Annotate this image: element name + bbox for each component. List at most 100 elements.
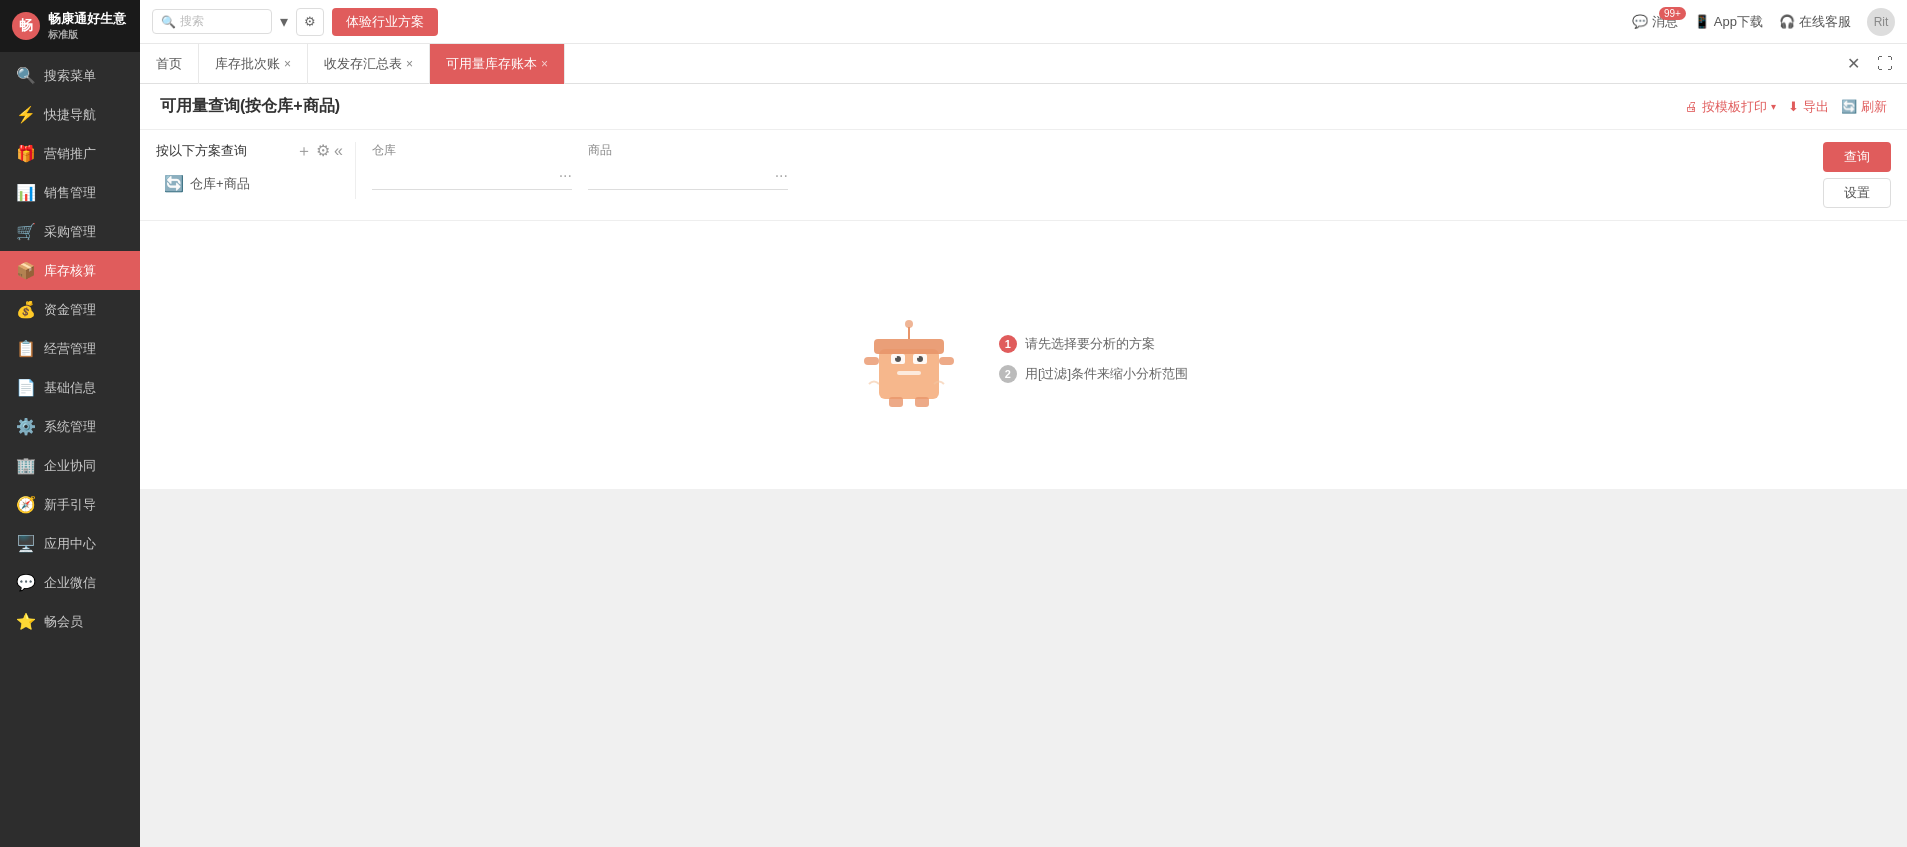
tab-batch-account-close[interactable]: ×: [284, 57, 291, 71]
tip-text-1: 请先选择要分析的方案: [1025, 335, 1155, 353]
tab-receive-summary[interactable]: 收发存汇总表 ×: [308, 44, 430, 84]
sidebar-header-text: 畅康通好生意 标准版: [48, 10, 126, 42]
tip-num-1: 1: [999, 335, 1017, 353]
filter-scheme-panel: 按以下方案查询 ＋ ⚙ « 🔄 仓库+商品: [156, 142, 356, 199]
sidebar-label-purchase: 采购管理: [44, 223, 96, 241]
sidebar-item-search[interactable]: 🔍 搜索菜单: [0, 56, 140, 95]
sidebar-item-enterprise[interactable]: 🏢 企业协同: [0, 446, 140, 485]
tab-available-ledger[interactable]: 可用量库存账本 ×: [430, 44, 565, 84]
app-logo: 畅: [12, 12, 40, 40]
tip-item-1: 1 请先选择要分析的方案: [999, 335, 1188, 353]
tab-home-label: 首页: [156, 55, 182, 73]
topbar-right: 💬 消息 99+ 📱 App下载 🎧 在线客服 Rit: [1632, 8, 1895, 36]
msg-btn[interactable]: 💬 消息 99+: [1632, 13, 1678, 31]
add-scheme-btn[interactable]: ＋: [296, 143, 312, 159]
filter-scheme-header: 按以下方案查询 ＋ ⚙ «: [156, 142, 343, 160]
sidebar-icon-search: 🔍: [16, 66, 36, 85]
topbar-gear-btn[interactable]: ⚙: [296, 8, 324, 36]
svg-rect-9: [864, 357, 879, 365]
sidebar: 畅 畅康通好生意 标准版 🔍 搜索菜单 ⚡ 快捷导航 🎁 营销推广 📊 销售管理…: [0, 0, 140, 847]
empty-state-content: 1 请先选择要分析的方案 2 用[过滤]条件来缩小分析范围: [859, 309, 1188, 409]
tab-expand-btn[interactable]: ⛶: [1871, 50, 1899, 78]
msg-badge: 99+: [1659, 7, 1686, 20]
sidebar-item-purchase[interactable]: 🛒 采购管理: [0, 212, 140, 251]
sidebar-item-sales[interactable]: 📊 销售管理: [0, 173, 140, 212]
print-btn[interactable]: 🖨 按模板打印 ▾: [1685, 98, 1776, 116]
sidebar-item-marketing-promo[interactable]: 🎁 营销推广: [0, 134, 140, 173]
warehouse-input[interactable]: [372, 169, 559, 184]
topbar-dropdown-btn[interactable]: ▾: [280, 12, 288, 31]
service-btn[interactable]: 🎧 在线客服: [1779, 13, 1851, 31]
robot-svg: [859, 309, 959, 409]
topbar-search[interactable]: 🔍 搜索: [152, 9, 272, 34]
query-btn[interactable]: 查询: [1823, 142, 1891, 172]
warehouse-label: 仓库: [372, 142, 572, 159]
page-content: 可用量查询(按仓库+商品) 🖨 按模板打印 ▾ ⬇ 导出 🔄 刷新: [140, 84, 1907, 847]
tab-available-ledger-close[interactable]: ×: [541, 57, 548, 71]
tabs-actions: ✕ ⛶: [1839, 50, 1907, 78]
sidebar-icon-app-center: 🖥️: [16, 534, 36, 553]
tab-close-btn[interactable]: ✕: [1839, 50, 1867, 78]
warehouse-dots-btn[interactable]: ···: [559, 167, 572, 185]
main-area: 🔍 搜索 ▾ ⚙ 体验行业方案 💬 消息 99+ 📱 App下载 🎧 在线客服 …: [140, 0, 1907, 847]
filter-conditions: 仓库 ··· 商品 ···: [356, 142, 1807, 190]
product-input-row: ···: [588, 163, 788, 190]
sidebar-item-finance[interactable]: 💰 资金管理: [0, 290, 140, 329]
sidebar-item-member[interactable]: ⭐ 畅会员: [0, 602, 140, 641]
page-header: 可用量查询(按仓库+商品) 🖨 按模板打印 ▾ ⬇ 导出 🔄 刷新: [140, 84, 1907, 130]
sidebar-icon-sales: 📊: [16, 183, 36, 202]
settings-btn[interactable]: 设置: [1823, 178, 1891, 208]
user-avatar[interactable]: Rit: [1867, 8, 1895, 36]
print-label: 按模板打印: [1702, 98, 1767, 116]
sidebar-item-operations[interactable]: 📋 经营管理: [0, 329, 140, 368]
svg-point-14: [905, 320, 913, 328]
sidebar-icon-purchase: 🛒: [16, 222, 36, 241]
scheme-warehouse-product[interactable]: 🔄 仓库+商品: [156, 168, 343, 199]
sidebar-item-shortcut[interactable]: ⚡ 快捷导航: [0, 95, 140, 134]
tip-item-2: 2 用[过滤]条件来缩小分析范围: [999, 365, 1188, 383]
tab-home[interactable]: 首页: [140, 44, 199, 84]
product-label: 商品: [588, 142, 788, 159]
sidebar-item-app-center[interactable]: 🖥️ 应用中心: [0, 524, 140, 563]
headset-icon: 🎧: [1779, 14, 1795, 29]
sidebar-label-basic-info: 基础信息: [44, 379, 96, 397]
search-placeholder: 搜索: [180, 13, 204, 30]
chevron-down-icon: ▾: [1771, 101, 1776, 112]
collapse-scheme-btn[interactable]: «: [334, 143, 343, 159]
username: Rit: [1874, 15, 1889, 29]
sidebar-icon-operations: 📋: [16, 339, 36, 358]
sidebar-icon-onboarding: 🧭: [16, 495, 36, 514]
sidebar-label-operations: 经营管理: [44, 340, 96, 358]
app-name: 畅康通好生意: [48, 10, 126, 28]
sidebar-item-system[interactable]: ⚙️ 系统管理: [0, 407, 140, 446]
filter-area: 按以下方案查询 ＋ ⚙ « 🔄 仓库+商品 仓库: [140, 130, 1907, 221]
page-header-actions: 🖨 按模板打印 ▾ ⬇ 导出 🔄 刷新: [1685, 98, 1887, 116]
sidebar-item-wechat[interactable]: 💬 企业微信: [0, 563, 140, 602]
export-btn[interactable]: ⬇ 导出: [1788, 98, 1829, 116]
sidebar-item-onboarding[interactable]: 🧭 新手引导: [0, 485, 140, 524]
product-dots-btn[interactable]: ···: [775, 167, 788, 185]
sidebar-item-basic-info[interactable]: 📄 基础信息: [0, 368, 140, 407]
edit-scheme-btn[interactable]: ⚙: [316, 143, 330, 159]
svg-point-6: [895, 356, 897, 358]
app-download-btn[interactable]: 📱 App下载: [1694, 13, 1763, 31]
filter-field-warehouse: 仓库 ···: [372, 142, 572, 190]
service-label: 在线客服: [1799, 13, 1851, 31]
tab-receive-summary-close[interactable]: ×: [406, 57, 413, 71]
svg-rect-1: [874, 339, 944, 354]
filter-field-product: 商品 ···: [588, 142, 788, 190]
tabs-bar: 首页 库存批次账 × 收发存汇总表 × 可用量库存账本 × ✕ ⛶: [140, 44, 1907, 84]
industry-btn[interactable]: 体验行业方案: [332, 8, 438, 36]
tab-receive-summary-label: 收发存汇总表: [324, 55, 402, 73]
tab-batch-account[interactable]: 库存批次账 ×: [199, 44, 308, 84]
msg-icon: 💬: [1632, 14, 1648, 29]
sidebar-label-shortcut: 快捷导航: [44, 106, 96, 124]
sidebar-header: 畅 畅康通好生意 标准版: [0, 0, 140, 52]
app-label: App下载: [1714, 13, 1763, 31]
product-input[interactable]: [588, 169, 775, 184]
empty-robot-illustration: [859, 309, 959, 409]
sidebar-label-onboarding: 新手引导: [44, 496, 96, 514]
refresh-btn[interactable]: 🔄 刷新: [1841, 98, 1887, 116]
sidebar-label-inventory: 库存核算: [44, 262, 96, 280]
sidebar-item-inventory[interactable]: 📦 库存核算: [0, 251, 140, 290]
